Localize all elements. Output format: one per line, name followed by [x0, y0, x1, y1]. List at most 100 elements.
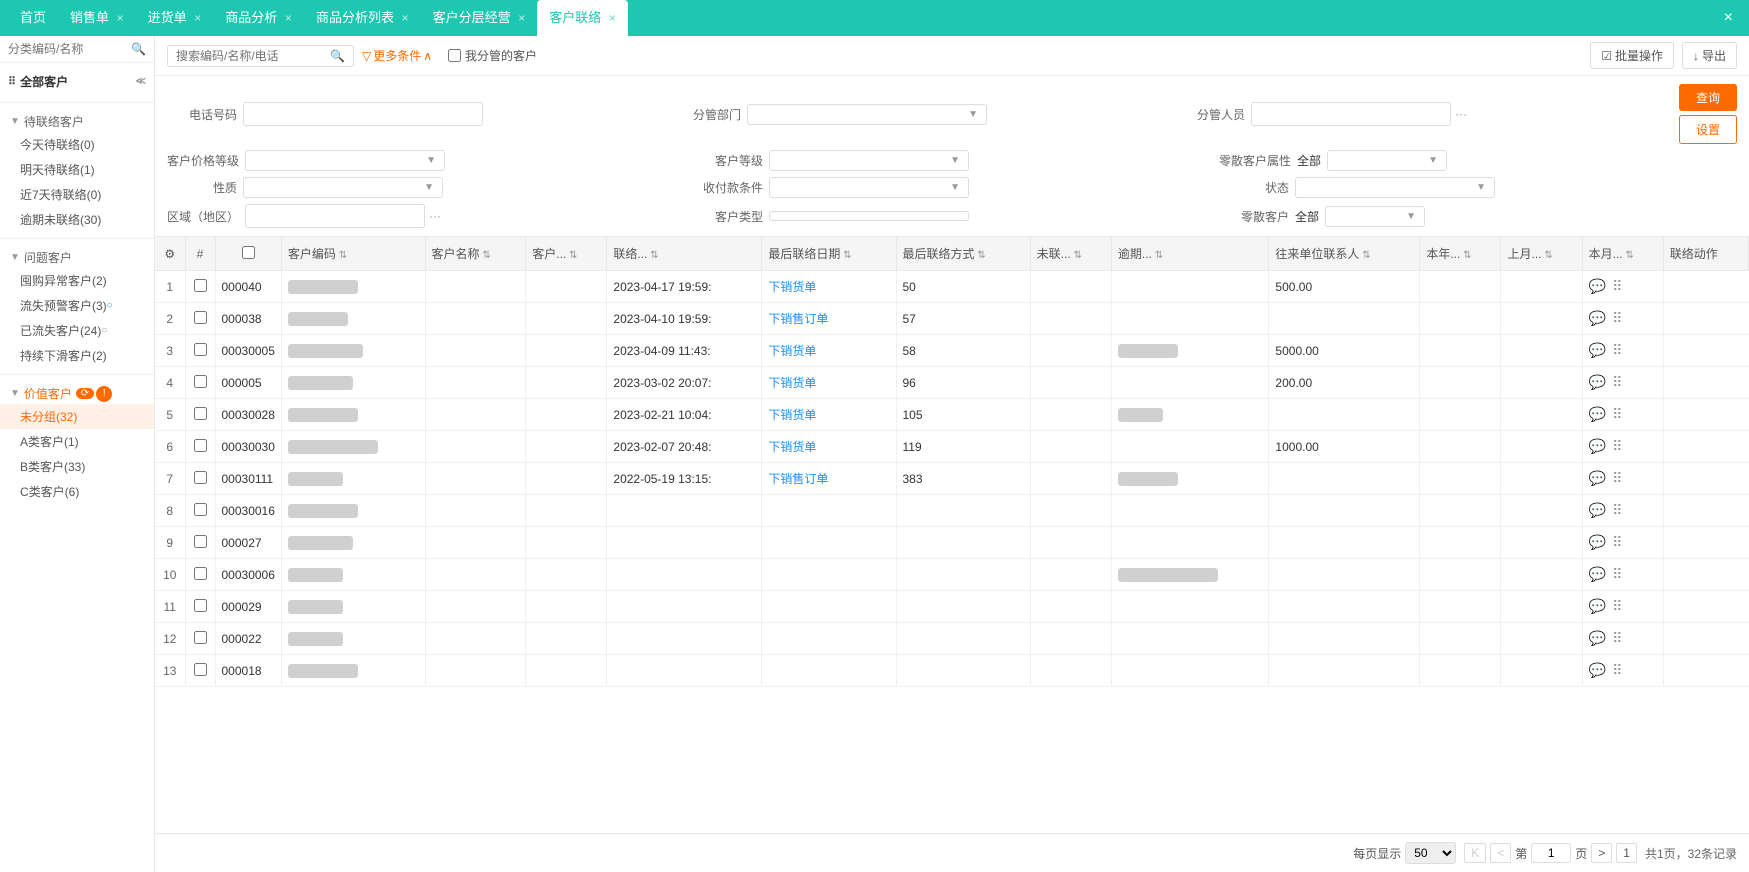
filter-customer-level-select[interactable]: ▼ [769, 150, 969, 171]
th-overdue[interactable]: 逾期... [1111, 237, 1269, 271]
filter-payment-select[interactable]: ▼ [769, 177, 969, 198]
th-this-year[interactable]: 本年... [1420, 237, 1501, 271]
batch-operation-button[interactable]: ☑ 批量操作 [1590, 42, 1674, 69]
sidebar-item-7days[interactable]: 近7天待联络(0) [0, 182, 154, 207]
prev-page-button[interactable]: < [1490, 843, 1511, 863]
my-customers-checkbox[interactable] [448, 49, 461, 62]
td-method-5[interactable]: 下销货单 [762, 399, 896, 431]
sidebar-item-overdue[interactable]: 逾期未联络(30) [0, 207, 154, 232]
td-checkbox-1[interactable] [185, 271, 215, 303]
chat-icon-1[interactable]: 💬 [1589, 278, 1606, 295]
chat-icon-9[interactable]: 💬 [1589, 534, 1606, 551]
window-close-button[interactable]: × [1716, 9, 1741, 27]
sidebar-item-declining[interactable]: 持续下滑客户(2) [0, 343, 154, 368]
sidebar-all-customers[interactable]: ⠿ 全部客户 ≪ [0, 67, 154, 96]
filter-price-level-select[interactable]: ▼ [245, 150, 445, 171]
grid-icon-2[interactable]: ⠿ [1612, 310, 1622, 327]
last-page-button[interactable]: 1 [1616, 843, 1637, 863]
th-code[interactable]: 客户编码 [281, 237, 425, 271]
td-checkbox-11[interactable] [185, 591, 215, 623]
th-last-month[interactable]: 上月... [1501, 237, 1582, 271]
td-checkbox-13[interactable] [185, 655, 215, 687]
sidebar-group-value[interactable]: ▼ 价值客户 ⟳ ! [0, 381, 154, 404]
sidebar-item-unclassified[interactable]: 未分组(32) [0, 404, 154, 429]
nav-tab-customer-segment[interactable]: 客户分层经营 × [421, 0, 538, 36]
chat-icon-13[interactable]: 💬 [1589, 662, 1606, 679]
chat-icon-8[interactable]: 💬 [1589, 502, 1606, 519]
export-button[interactable]: ↓ 导出 [1682, 42, 1737, 69]
nav-tab-purchase[interactable]: 进货单 × [136, 0, 214, 36]
td-checkbox-6[interactable] [185, 431, 215, 463]
td-checkbox-7[interactable] [185, 463, 215, 495]
chat-icon-7[interactable]: 💬 [1589, 470, 1606, 487]
grid-icon-7[interactable]: ⠿ [1612, 470, 1622, 487]
td-checkbox-3[interactable] [185, 335, 215, 367]
query-button[interactable]: 查询 [1679, 84, 1737, 111]
sidebar-item-class-a[interactable]: A类客户(1) [0, 429, 154, 454]
filter-retail-customer-select[interactable]: ▼ [1325, 206, 1425, 227]
chat-icon-2[interactable]: 💬 [1589, 310, 1606, 327]
sidebar-group-waiting[interactable]: ▼ 待联络客户 [0, 109, 154, 132]
nav-tab-sales[interactable]: 销售单 × [58, 0, 136, 36]
td-method-1[interactable]: 下销货单 [762, 271, 896, 303]
filter-customer-type-select[interactable] [769, 211, 969, 221]
filter-region-input[interactable] [245, 204, 425, 228]
sidebar-item-tomorrow[interactable]: 明天待联络(1) [0, 157, 154, 182]
grid-icon-4[interactable]: ⠿ [1612, 374, 1622, 391]
my-customers-checkbox-label[interactable]: 我分管的客户 [448, 47, 537, 64]
sidebar-item-class-c[interactable]: C类客户(6) [0, 479, 154, 504]
sidebar-item-churn-warning[interactable]: 流失预警客户(3) ○ [0, 293, 154, 318]
sidebar-item-churned[interactable]: 已流失客户(24) ○ [0, 318, 154, 343]
reset-button[interactable]: 设置 [1679, 115, 1737, 144]
sidebar-search-icon[interactable]: 🔍 [131, 42, 146, 56]
filter-status-select[interactable]: ▼ [1295, 177, 1495, 198]
th-last-contact-method[interactable]: 最后联络方式 [896, 237, 1030, 271]
chat-icon-10[interactable]: 💬 [1589, 566, 1606, 583]
chat-icon-5[interactable]: 💬 [1589, 406, 1606, 423]
grid-icon-8[interactable]: ⠿ [1612, 502, 1622, 519]
nav-home[interactable]: 首页 [8, 0, 58, 36]
th-no-contact[interactable]: 未联... [1030, 237, 1111, 271]
chat-icon-12[interactable]: 💬 [1589, 630, 1606, 647]
th-checkbox[interactable] [215, 237, 281, 271]
grid-icon-13[interactable]: ⠿ [1612, 662, 1622, 679]
th-unit-contact[interactable]: 往来单位联系人 [1269, 237, 1420, 271]
td-checkbox-2[interactable] [185, 303, 215, 335]
filter-search-icon[interactable]: 🔍 [330, 49, 345, 63]
chat-icon-11[interactable]: 💬 [1589, 598, 1606, 615]
filter-phone-input[interactable] [243, 102, 483, 126]
td-checkbox-9[interactable] [185, 527, 215, 559]
sidebar-item-abnormal[interactable]: 囤购异常客户(2) [0, 268, 154, 293]
filter-dept-select[interactable]: ▼ [747, 104, 987, 125]
filter-nature-select[interactable]: ▼ [243, 177, 443, 198]
grid-icon-1[interactable]: ⠿ [1612, 278, 1622, 295]
th-type[interactable]: 客户... [526, 237, 607, 271]
sidebar-group-problem[interactable]: ▼ 问题客户 [0, 245, 154, 268]
td-method-4[interactable]: 下销货单 [762, 367, 896, 399]
th-contact[interactable]: 联络... [607, 237, 762, 271]
nav-tab-analysis[interactable]: 商品分析 × [213, 0, 304, 36]
td-checkbox-12[interactable] [185, 623, 215, 655]
grid-icon-10[interactable]: ⠿ [1612, 566, 1622, 583]
chat-icon-4[interactable]: 💬 [1589, 374, 1606, 391]
first-page-button[interactable]: K [1464, 843, 1486, 863]
sidebar-search-input[interactable] [8, 42, 127, 56]
filter-region-dots[interactable]: ··· [429, 209, 441, 223]
td-method-6[interactable]: 下销货单 [762, 431, 896, 463]
td-checkbox-4[interactable] [185, 367, 215, 399]
select-all-checkbox[interactable] [242, 246, 255, 259]
filter-person-input[interactable] [1251, 102, 1451, 126]
grid-icon-9[interactable]: ⠿ [1612, 534, 1622, 551]
nav-tab-customer-contact[interactable]: 客户联络 × [537, 0, 628, 36]
next-page-button[interactable]: > [1591, 843, 1612, 863]
filter-more-conditions[interactable]: ▽ 更多条件 ∧ [362, 47, 432, 64]
th-settings[interactable]: ⚙ [155, 237, 185, 271]
chat-icon-6[interactable]: 💬 [1589, 438, 1606, 455]
grid-icon-3[interactable]: ⠿ [1612, 342, 1622, 359]
td-checkbox-10[interactable] [185, 559, 215, 591]
td-checkbox-5[interactable] [185, 399, 215, 431]
td-checkbox-8[interactable] [185, 495, 215, 527]
nav-tab-analysis-list[interactable]: 商品分析列表 × [304, 0, 421, 36]
td-method-3[interactable]: 下销货单 [762, 335, 896, 367]
td-method-7[interactable]: 下销售订单 [762, 463, 896, 495]
